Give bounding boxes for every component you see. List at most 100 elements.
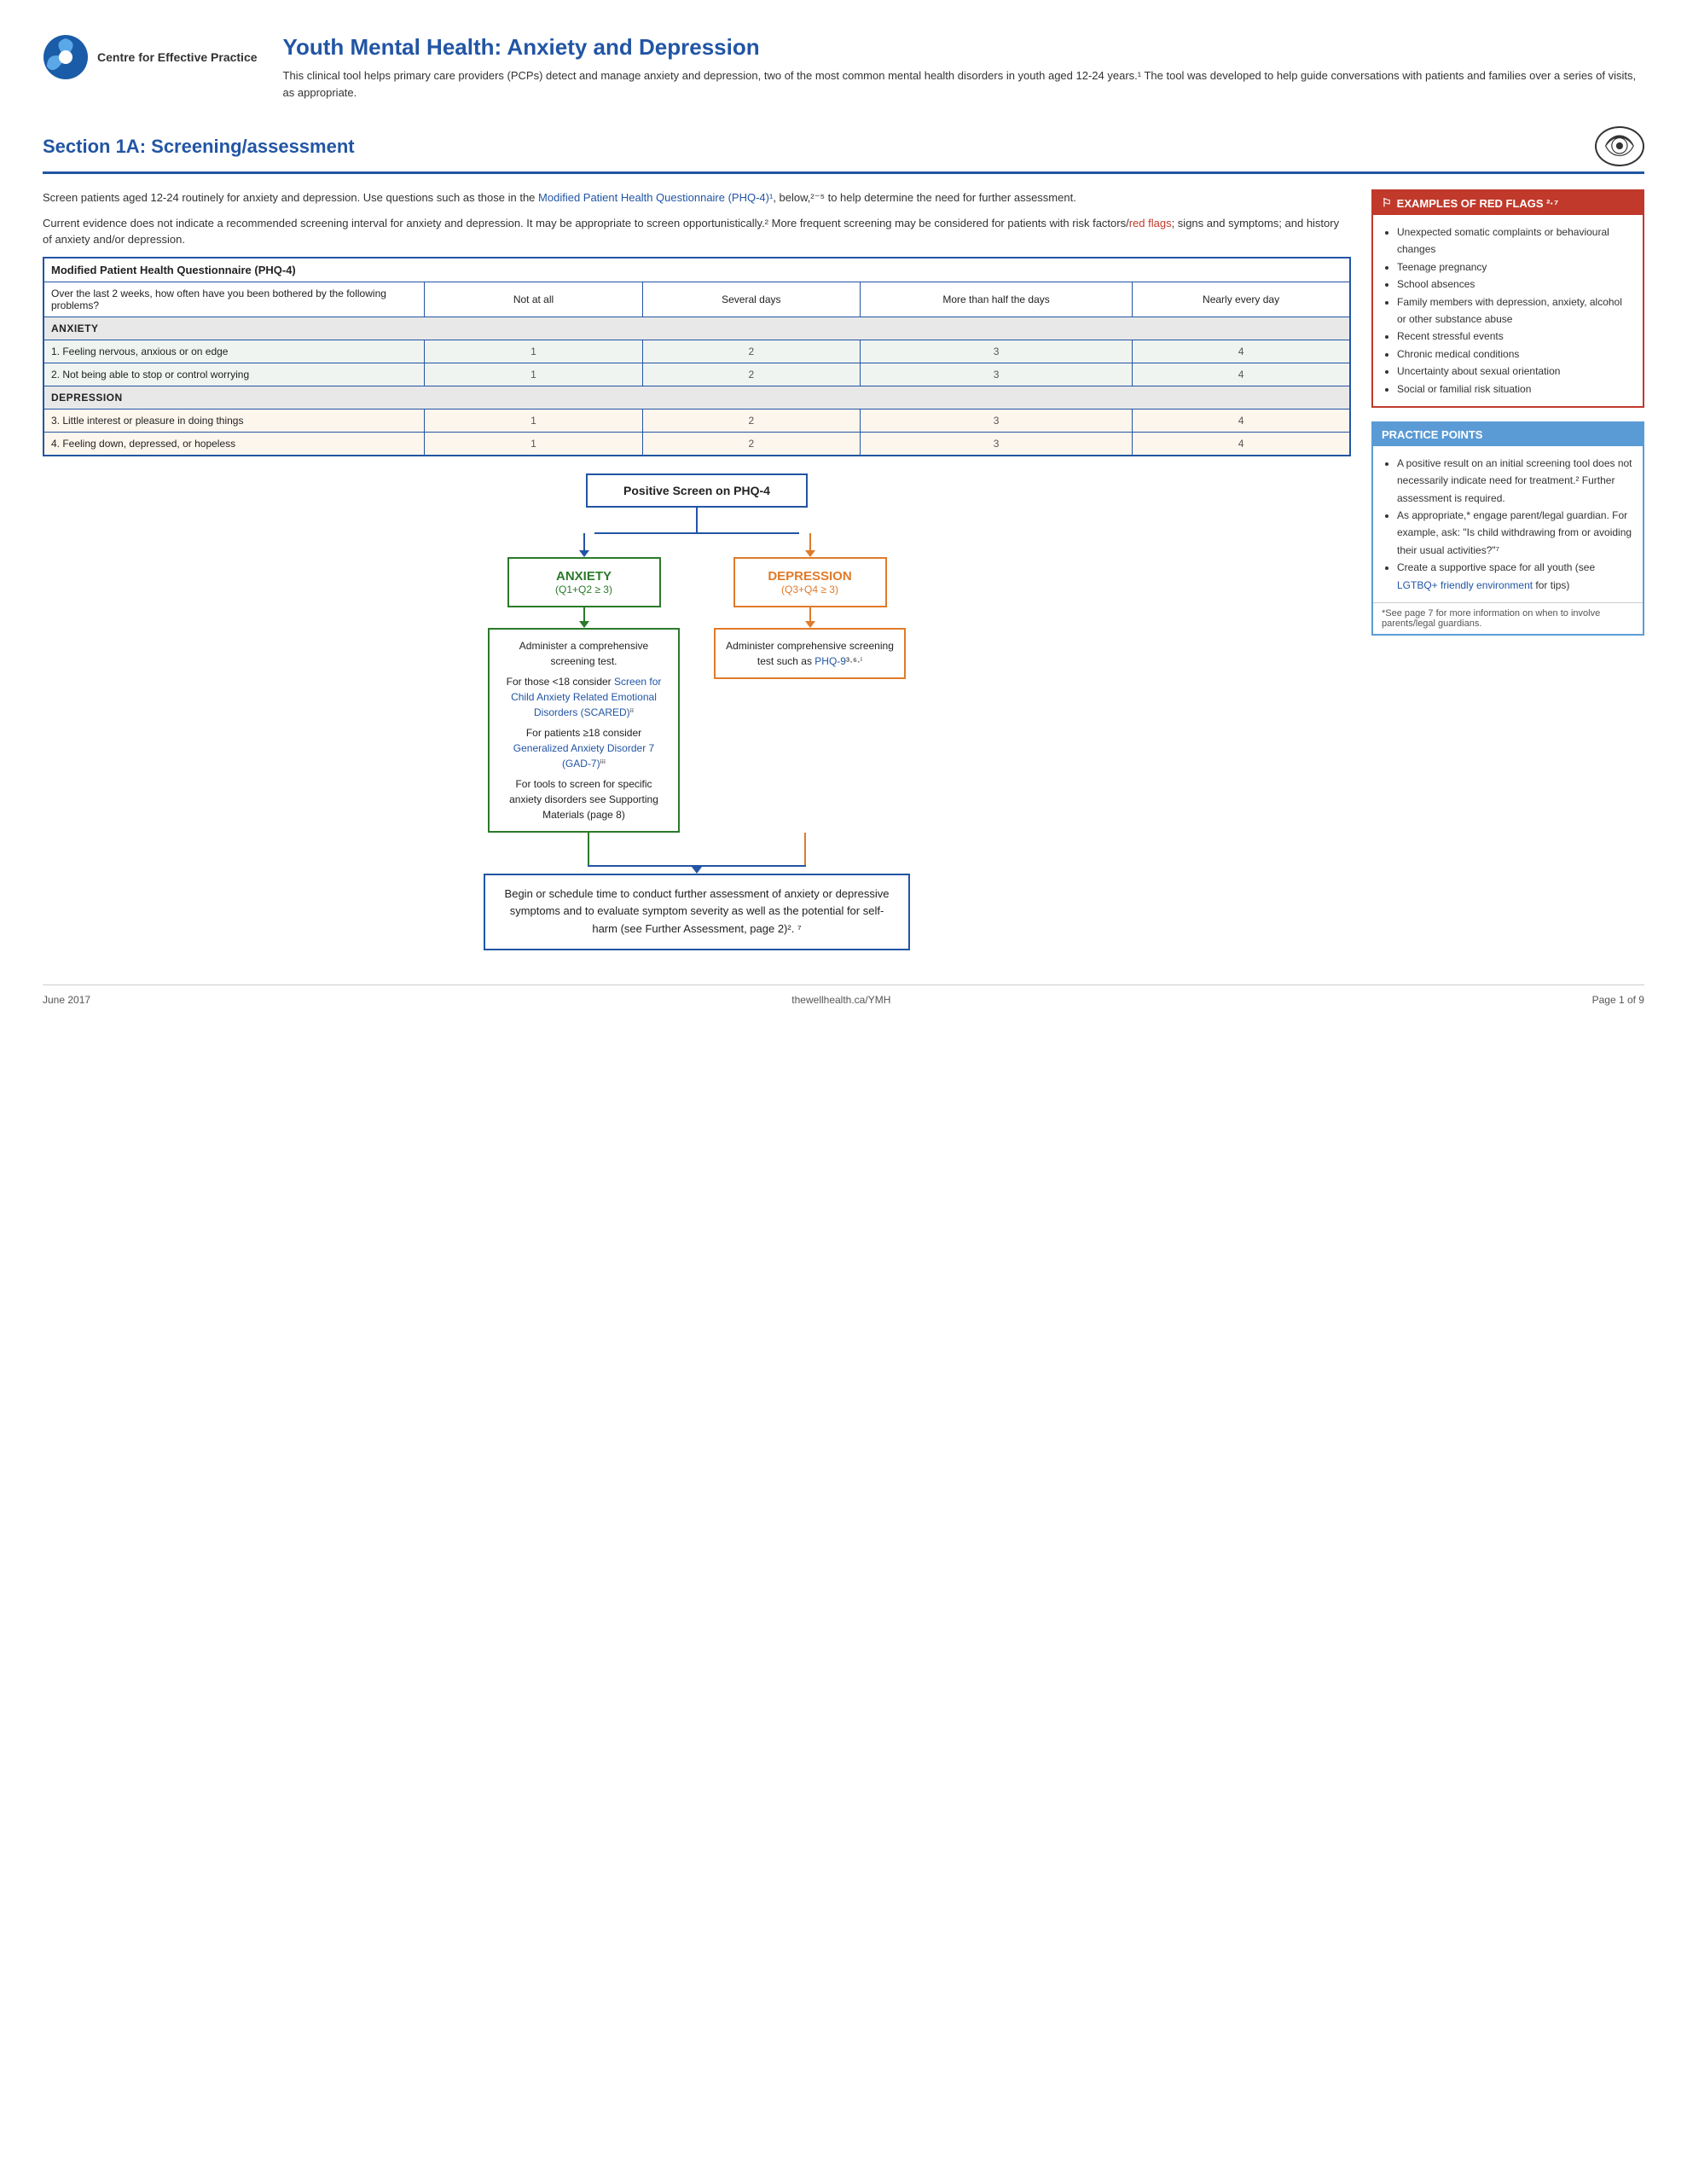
phq-col3: More than half the days — [860, 282, 1132, 317]
phq-table-title: Modified Patient Health Questionnaire (P… — [43, 258, 1350, 282]
footer-page: Page 1 of 9 — [1592, 994, 1644, 1006]
flowchart: Positive Screen on PHQ-4 ANXIETY (Q1+Q2 … — [43, 473, 1351, 950]
anxiety-action-3: For patients ≥18 consider Generalized An… — [500, 725, 668, 771]
phq-row2-v1: 1 — [425, 363, 642, 386]
footer: June 2017 thewellhealth.ca/YMH Page 1 of… — [43, 985, 1644, 1006]
anxiety-arrow-down2 — [579, 621, 589, 628]
bottom-arrow-down — [692, 867, 702, 874]
practice-points-header: PRACTICE POINTS — [1373, 423, 1643, 446]
red-flags-content: Unexpected somatic complaints or behavio… — [1373, 215, 1643, 406]
phq-row4-v4: 4 — [1133, 432, 1350, 456]
practice-points-box: PRACTICE POINTS A positive result on an … — [1371, 421, 1644, 636]
depression-box-title: DEPRESSION — [752, 569, 868, 584]
phq-row4-v3: 3 — [860, 432, 1132, 456]
anxiety-col: ANXIETY (Q1+Q2 ≥ 3) Administer a compreh… — [488, 533, 680, 833]
section-header: Section 1A: Screening/assessment 👁 — [43, 126, 1644, 174]
phq-row2-v3: 3 — [860, 363, 1132, 386]
depression-vline-top — [809, 533, 811, 550]
phq-col1: Not at all — [425, 282, 642, 317]
anxiety-box-title: ANXIETY — [526, 569, 642, 584]
red-flag-item-6: Chronic medical conditions — [1397, 346, 1632, 363]
flow-vline-left-start — [594, 532, 596, 533]
red-flag-item-2: Teenage pregnancy — [1397, 258, 1632, 276]
phq-col2: Several days — [642, 282, 860, 317]
lgtbq-link[interactable]: LGTBQ+ friendly environment — [1397, 579, 1533, 591]
anxiety-action-4: For tools to screen for specific anxiety… — [500, 776, 668, 822]
practice-points-note: *See page 7 for more information on when… — [1373, 602, 1643, 634]
anxiety-arrow-down — [579, 550, 589, 557]
depression-box: DEPRESSION (Q3+Q4 ≥ 3) — [733, 557, 887, 607]
depression-box-sub: (Q3+Q4 ≥ 3) — [752, 584, 868, 595]
main-title: Youth Mental Health: Anxiety and Depress… — [283, 34, 1644, 61]
phq-row4-question: 4. Feeling down, depressed, or hopeless — [43, 432, 425, 456]
flow-merge-connector — [488, 833, 906, 867]
anxiety-action-2: For those <18 consider Screen for Child … — [500, 674, 668, 720]
side-col: ⚐ EXAMPLES OF RED FLAGS ²·⁷ Unexpected s… — [1371, 189, 1644, 950]
practice-point-3: Create a supportive space for all youth … — [1397, 559, 1632, 594]
phq-row2-question: 2. Not being able to stop or control wor… — [43, 363, 425, 386]
anxiety-section-label: ANXIETY — [43, 317, 1350, 340]
depression-arrow-down2 — [805, 621, 815, 628]
phq-row2-v2: 2 — [642, 363, 860, 386]
phq-row1-v3: 3 — [860, 340, 1132, 363]
phq-row1-v1: 1 — [425, 340, 642, 363]
depression-action-box: Administer comprehensive screening test … — [714, 628, 906, 679]
practice-point-2: As appropriate,* engage parent/legal gua… — [1397, 507, 1632, 559]
cep-logo-icon — [43, 34, 89, 80]
phq-row2-v4: 4 — [1133, 363, 1350, 386]
red-flag-item-5: Recent stressful events — [1397, 328, 1632, 345]
practice-points-content: A positive result on an initial screenin… — [1373, 446, 1643, 602]
gad7-link[interactable]: Generalized Anxiety Disorder 7 (GAD-7) — [513, 742, 654, 770]
red-flags-title: EXAMPLES OF RED FLAGS ²·⁷ — [1397, 197, 1559, 210]
two-col-layout: Screen patients aged 12-24 routinely for… — [43, 189, 1644, 950]
red-flag-item-3: School absences — [1397, 276, 1632, 293]
red-flag-item-1: Unexpected somatic complaints or behavio… — [1397, 224, 1632, 258]
red-flag-item-8: Social or familial risk situation — [1397, 380, 1632, 398]
anxiety-action-box: Administer a comprehensive screening tes… — [488, 628, 680, 833]
eye-icon: 👁 — [1595, 126, 1644, 166]
header-right: Youth Mental Health: Anxiety and Depress… — [283, 34, 1644, 101]
anxiety-action-1: Administer a comprehensive screening tes… — [500, 638, 668, 669]
practice-point-1: A positive result on an initial screenin… — [1397, 455, 1632, 507]
logo-area: Centre for Effective Practice — [43, 34, 258, 80]
phq-row1-question: 1. Feeling nervous, anxious or on edge — [43, 340, 425, 363]
footer-date: June 2017 — [43, 994, 90, 1006]
phq-table: Modified Patient Health Questionnaire (P… — [43, 257, 1351, 456]
depression-arrow-down — [805, 550, 815, 557]
positive-screen-box: Positive Screen on PHQ-4 — [586, 473, 808, 508]
anxiety-box-sub: (Q1+Q2 ≥ 3) — [526, 584, 642, 595]
phq4-link[interactable]: Modified Patient Health Questionnaire (P… — [538, 191, 773, 204]
phq-row3-question: 3. Little interest or pleasure in doing … — [43, 409, 425, 432]
flag-icon: ⚐ — [1382, 196, 1392, 210]
header-desc: This clinical tool helps primary care pr… — [283, 67, 1644, 101]
phq9-link[interactable]: PHQ-9 — [815, 655, 846, 667]
merge-hline — [588, 865, 806, 867]
org-name: Centre for Effective Practice — [97, 49, 258, 65]
footer-url: thewellhealth.ca/YMH — [791, 994, 890, 1006]
red-flags-list: Unexpected somatic complaints or behavio… — [1383, 224, 1632, 398]
phq-col4: Nearly every day — [1133, 282, 1350, 317]
anxiety-vline-top — [583, 533, 585, 550]
anxiety-box: ANXIETY (Q1+Q2 ≥ 3) — [507, 557, 661, 607]
scared-link[interactable]: Screen for Child Anxiety Related Emotion… — [511, 676, 661, 718]
practice-points-list: A positive result on an initial screenin… — [1383, 455, 1632, 594]
bottom-box-text: Begin or schedule time to conduct furthe… — [505, 887, 890, 936]
flow-vline-top — [696, 508, 698, 533]
phq-row3-v2: 2 — [642, 409, 860, 432]
flow-hline — [594, 532, 799, 534]
depression-action: Administer comprehensive screening test … — [726, 638, 894, 669]
section-title: Section 1A: Screening/assessment — [43, 136, 355, 158]
main-col: Screen patients aged 12-24 routinely for… — [43, 189, 1351, 950]
depression-section-label: DEPRESSION — [43, 386, 1350, 409]
merge-right-vline — [804, 833, 806, 867]
phq-row3-v4: 4 — [1133, 409, 1350, 432]
phq-row4-v1: 1 — [425, 432, 642, 456]
flow-h-connector — [488, 508, 906, 533]
depression-vline-mid — [809, 607, 811, 621]
red-flags-header: ⚐ EXAMPLES OF RED FLAGS ²·⁷ — [1373, 191, 1643, 215]
depression-col: DEPRESSION (Q3+Q4 ≥ 3) Administer compre… — [714, 533, 906, 679]
red-flag-item-4: Family members with depression, anxiety,… — [1397, 293, 1632, 328]
phq-row1-v4: 4 — [1133, 340, 1350, 363]
phq-row4-v2: 2 — [642, 432, 860, 456]
flow-split-row: ANXIETY (Q1+Q2 ≥ 3) Administer a compreh… — [488, 533, 906, 833]
